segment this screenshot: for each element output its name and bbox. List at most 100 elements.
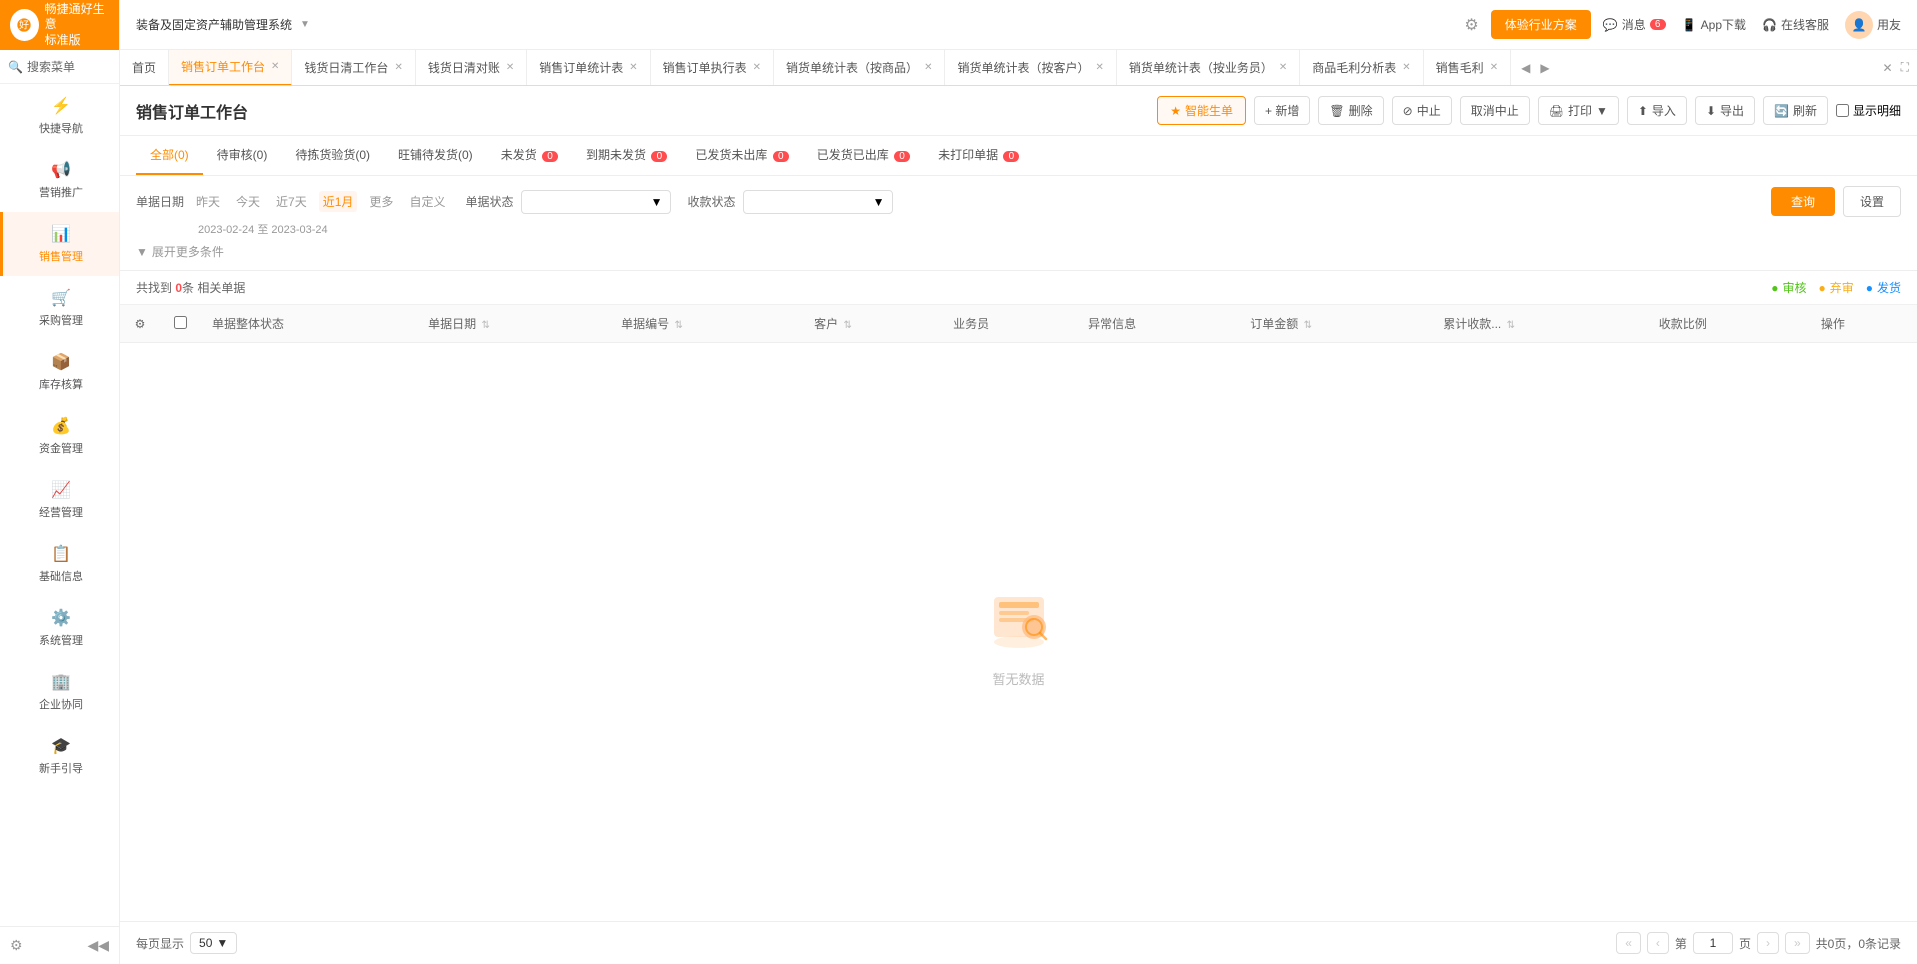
tab-sales-exec[interactable]: 销售订单执行表 ✕ (651, 50, 774, 86)
th-number[interactable]: 单据编号 ⇅ (609, 305, 802, 343)
import-button[interactable]: ⬆ 导入 (1627, 96, 1687, 125)
sub-tab-not-printed[interactable]: 未打印单据 0 (924, 136, 1033, 175)
status-select[interactable]: ▼ (521, 190, 671, 214)
sub-tab-not-shipped[interactable]: 未发货 0 (487, 136, 572, 175)
sub-tab-all[interactable]: 全部(0) (136, 136, 203, 175)
trial-button[interactable]: 体验行业方案 (1491, 10, 1591, 39)
select-all-checkbox[interactable] (174, 316, 187, 329)
cancel-suspend-button[interactable]: 取消中止 (1460, 96, 1530, 125)
tab-next-btn[interactable]: ▶ (1536, 59, 1553, 77)
sub-tab-pending-review[interactable]: 待审核(0) (203, 136, 282, 175)
show-detail-checkbox[interactable] (1836, 104, 1849, 117)
sidebar-item-basic-info[interactable]: 📋 基础信息 (0, 532, 119, 596)
query-button[interactable]: 查询 (1771, 187, 1835, 216)
tab-close-btn[interactable]: ✕ (924, 62, 932, 73)
tab-gross-analysis[interactable]: 商品毛利分析表 ✕ (1300, 50, 1423, 86)
tab-sales-stats-close[interactable]: ✕ (629, 62, 637, 73)
tab-sales-profit[interactable]: 销售毛利 ✕ (1424, 50, 1511, 86)
sidebar-item-inventory[interactable]: 📦 库存核算 (0, 340, 119, 404)
tab-sales-summary-product[interactable]: 销货单统计表（按商品） ✕ (774, 50, 945, 86)
tab-sales-workbench-close[interactable]: ✕ (271, 61, 279, 72)
refresh-button[interactable]: 🔄 刷新 (1763, 96, 1828, 125)
message-item[interactable]: 💬 消息 6 (1603, 16, 1666, 33)
sidebar-item-newbie[interactable]: 🎓 新手引导 (0, 724, 119, 788)
date-shortcut-yesterday[interactable]: 昨天 (192, 191, 224, 212)
sidebar-item-sales[interactable]: 📊 销售管理 (0, 212, 119, 276)
tab-cash-daily[interactable]: 钱货日清工作台 ✕ (292, 50, 415, 86)
tab-close-btn[interactable]: ✕ (1095, 62, 1103, 73)
tab-prev-btn[interactable]: ◀ (1517, 59, 1534, 77)
payment-select[interactable]: ▼ (743, 190, 893, 214)
online-service-item[interactable]: 🎧 在线客服 (1762, 16, 1829, 33)
sort-collected-icon: ⇅ (1507, 320, 1515, 331)
sidebar-search[interactable]: 🔍 搜索菜单 (0, 50, 119, 84)
date-shortcut-today[interactable]: 今天 (232, 191, 264, 212)
sub-tab-overdue-unshipped[interactable]: 到期未发货 0 (572, 136, 681, 175)
expand-btn[interactable]: ▼ 展开更多条件 (136, 243, 1901, 260)
sidebar-item-operations[interactable]: 📈 经营管理 (0, 468, 119, 532)
cancel-suspend-label: 取消中止 (1471, 102, 1519, 119)
date-shortcut-7days[interactable]: 近7天 (272, 191, 311, 212)
page-input[interactable] (1693, 932, 1733, 954)
date-shortcut-more[interactable]: 更多 (365, 191, 397, 212)
sidebar-item-finance[interactable]: 💰 资金管理 (0, 404, 119, 468)
tab-home[interactable]: 首页 (120, 50, 169, 86)
page-size-dropdown[interactable]: 50 ▼ (190, 932, 237, 954)
add-button[interactable]: + 新增 (1254, 96, 1310, 125)
close-all-icon[interactable]: ✕ (1881, 59, 1895, 77)
maximize-icon[interactable]: ⛶ (1899, 58, 1911, 77)
sidebar-item-quick-nav[interactable]: ⚡ 快捷导航 (0, 84, 119, 148)
page-next-btn[interactable]: › (1757, 932, 1779, 954)
date-shortcut-1month[interactable]: 近1月 (319, 191, 358, 212)
date-shortcut-custom[interactable]: 自定义 (405, 191, 449, 212)
payment-dropdown-icon: ▼ (873, 195, 885, 209)
smart-btn[interactable]: ★ 智能生单 (1157, 96, 1246, 125)
dropdown-icon[interactable]: ▼ (300, 19, 310, 30)
tab-close-btn[interactable]: ✕ (1402, 62, 1410, 73)
deliver-action[interactable]: ● 发货 (1866, 279, 1901, 296)
page-prev-btn[interactable]: ‹ (1647, 932, 1669, 954)
review-action[interactable]: ● 审核 (1771, 279, 1806, 296)
tab-sales-summary-customer[interactable]: 销货单统计表（按客户） ✕ (945, 50, 1116, 86)
sidebar-item-purchase[interactable]: 🛒 采购管理 (0, 276, 119, 340)
sidebar-item-enterprise[interactable]: 🏢 企业协同 (0, 660, 119, 724)
sub-tab-shipped-not-out[interactable]: 已发货未出库 0 (681, 136, 802, 175)
app-download-item[interactable]: 📱 App下载 (1682, 16, 1746, 33)
tab-sales-summary-staff[interactable]: 销货单统计表（按业务员） ✕ (1117, 50, 1300, 86)
page-first-btn[interactable]: « (1616, 932, 1641, 954)
settings-icon[interactable]: ⚙ (10, 937, 23, 954)
sidebar-item-marketing[interactable]: 📢 营销推广 (0, 148, 119, 212)
show-detail-checkbox-wrapper[interactable]: 显示明细 (1836, 102, 1901, 119)
th-collected[interactable]: 累计收款... ⇅ (1431, 305, 1647, 343)
sub-tab-wangpu-pending[interactable]: 旺铺待发货(0) (384, 136, 487, 175)
export-button[interactable]: ⬇ 导出 (1695, 96, 1755, 125)
page-last-btn[interactable]: » (1785, 932, 1810, 954)
th-checkbox[interactable] (160, 305, 200, 343)
tab-sales-workbench[interactable]: 销售订单工作台 ✕ (169, 50, 292, 86)
delete-button[interactable]: 🗑 删除 (1318, 96, 1383, 125)
tab-cash-reconcile[interactable]: 钱货日清对账 ✕ (416, 50, 527, 86)
set-button[interactable]: 设置 (1843, 186, 1901, 217)
collapse-icon[interactable]: ◀◀ (87, 937, 109, 954)
tab-close-btn[interactable]: ✕ (1279, 62, 1287, 73)
revoke-action[interactable]: ● 弃审 (1818, 279, 1853, 296)
table-scroll[interactable]: ⚙ 单据整体状态 单据日期 ⇅ 单据编号 ⇅ (120, 305, 1917, 343)
print-dropdown-icon[interactable]: ▼ (1596, 104, 1608, 118)
th-date[interactable]: 单据日期 ⇅ (416, 305, 609, 343)
payment-filter-label: 收款状态 (687, 193, 735, 210)
sidebar-item-system[interactable]: ⚙️ 系统管理 (0, 596, 119, 660)
sub-tab-shipped-out[interactable]: 已发货已出库 0 (803, 136, 924, 175)
th-amount[interactable]: 订单金额 ⇅ (1238, 305, 1431, 343)
suspend-button[interactable]: ⊘ 中止 (1392, 96, 1452, 125)
tab-cash-daily-close[interactable]: ✕ (394, 62, 402, 73)
sub-tab-pending-inspection[interactable]: 待拣货验货(0) (281, 136, 384, 175)
tab-sales-stats[interactable]: 销售订单统计表 ✕ (527, 50, 650, 86)
tab-close-btn[interactable]: ✕ (1490, 62, 1498, 73)
print-button[interactable]: 🖨 打印 ▼ (1538, 96, 1619, 125)
user-item[interactable]: 👤 用友 (1845, 11, 1901, 39)
topbar-settings-icon[interactable]: ⚙ (1464, 15, 1478, 35)
th-settings[interactable]: ⚙ (120, 305, 160, 343)
tab-cash-reconcile-close[interactable]: ✕ (506, 62, 514, 73)
th-customer[interactable]: 客户 ⇅ (802, 305, 941, 343)
tab-sales-exec-close[interactable]: ✕ (753, 62, 761, 73)
